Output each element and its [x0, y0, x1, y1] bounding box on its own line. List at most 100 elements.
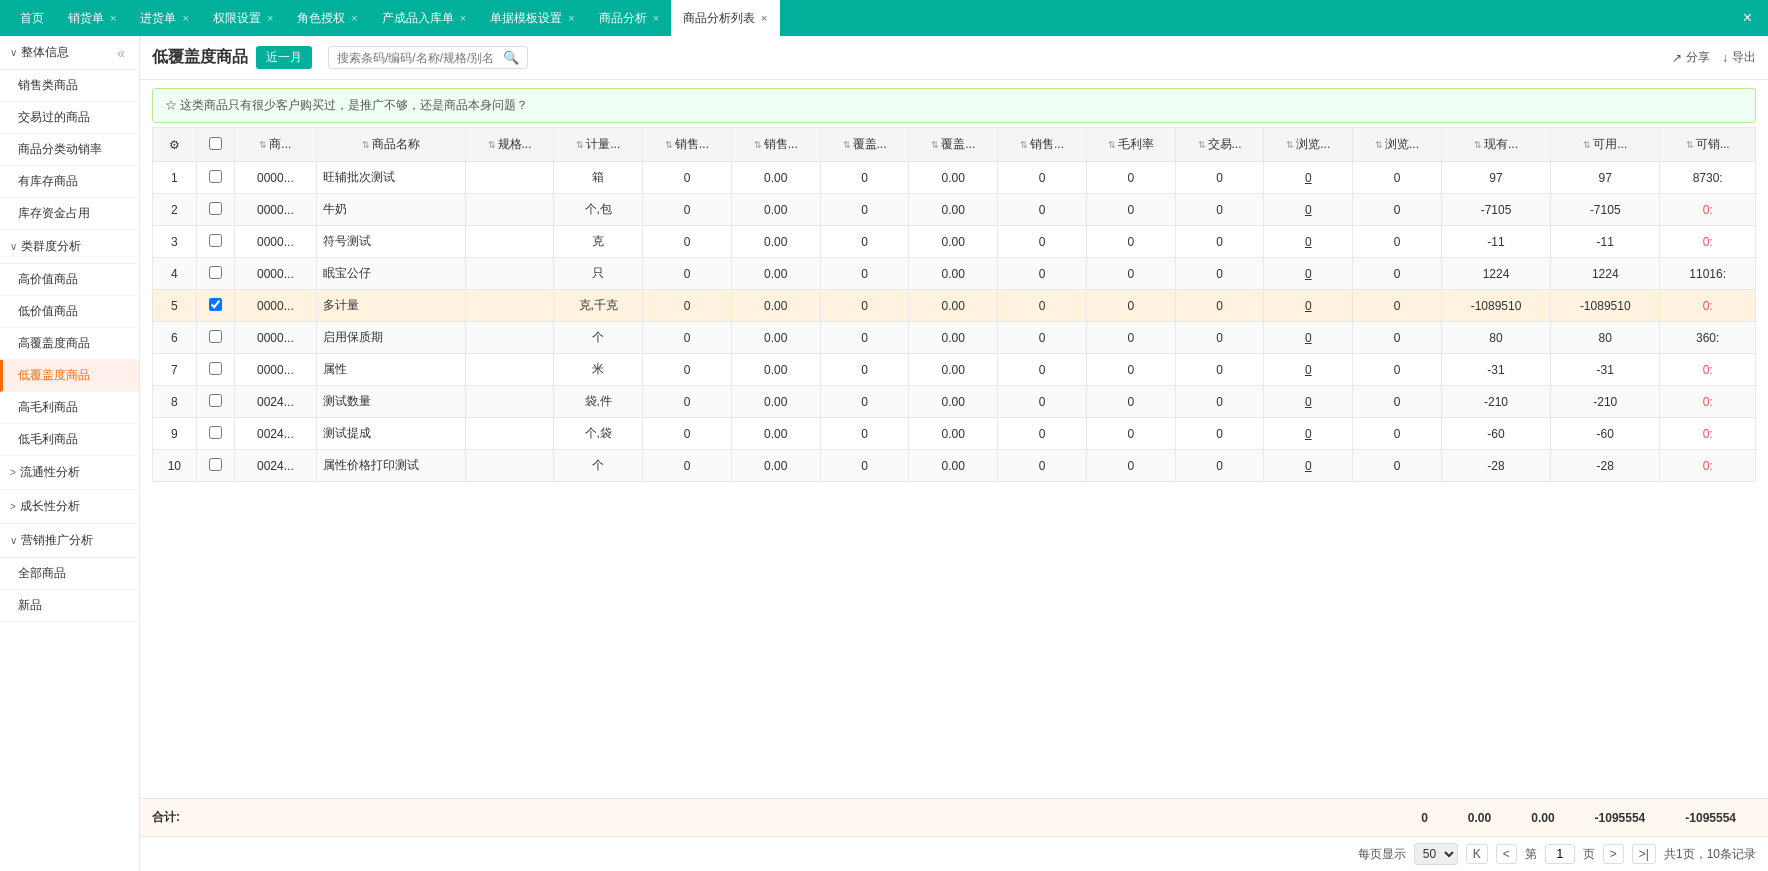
nav-template-settings[interactable]: 单据模板设置 × — [478, 0, 586, 36]
row-select-checkbox[interactable] — [209, 362, 222, 375]
row-select-checkbox[interactable] — [209, 426, 222, 439]
close-icon[interactable]: × — [182, 12, 188, 24]
close-icon[interactable]: × — [267, 12, 273, 24]
nav-product-analysis[interactable]: 商品分析 × — [587, 0, 671, 36]
sidebar-item-category-rate[interactable]: 商品分类动销率 — [0, 134, 139, 166]
row-browse1[interactable]: 0 — [1264, 418, 1353, 450]
first-page-button[interactable]: K — [1466, 844, 1488, 864]
nav-home[interactable]: 首页 — [8, 0, 56, 36]
nav-purchase-order[interactable]: 进货单 × — [128, 0, 200, 36]
nav-role-auth[interactable]: 角色授权 × — [285, 0, 369, 36]
col-sales1[interactable]: ⇅ 销售... — [643, 128, 732, 162]
row-browse1[interactable]: 0 — [1264, 162, 1353, 194]
sidebar-item-capital[interactable]: 库存资金占用 — [0, 198, 139, 230]
row-browse1[interactable]: 0 — [1264, 290, 1353, 322]
row-checkbox[interactable] — [196, 418, 234, 450]
browse1-link[interactable]: 0 — [1305, 395, 1312, 409]
select-all-checkbox[interactable] — [209, 137, 222, 150]
col-usable[interactable]: ⇅ 可用... — [1551, 128, 1660, 162]
col-sales2[interactable]: ⇅ 销售... — [731, 128, 820, 162]
row-checkbox[interactable] — [196, 226, 234, 258]
col-cover2[interactable]: ⇅ 覆盖... — [909, 128, 998, 162]
nav-sales-order[interactable]: 销货单 × — [56, 0, 128, 36]
col-code[interactable]: ⇅ 商... — [234, 128, 316, 162]
browse1-link[interactable]: 0 — [1305, 267, 1312, 281]
sidebar-item-new-products[interactable]: 新品 — [0, 590, 139, 622]
sidebar-item-high-value[interactable]: 高价值商品 — [0, 264, 139, 296]
time-filter-button[interactable]: 近一月 — [256, 46, 312, 69]
browse1-link[interactable]: 0 — [1305, 235, 1312, 249]
sidebar-group-circulation[interactable]: > 流通性分析 — [0, 456, 139, 490]
sidebar-item-traded-products[interactable]: 交易过的商品 — [0, 102, 139, 134]
nav-product-analysis-list[interactable]: 商品分析列表 × — [671, 0, 779, 36]
sidebar-item-high-coverage[interactable]: 高覆盖度商品 — [0, 328, 139, 360]
row-browse1[interactable]: 0 — [1264, 322, 1353, 354]
row-browse1[interactable]: 0 — [1264, 258, 1353, 290]
row-browse1[interactable]: 0 — [1264, 386, 1353, 418]
sidebar-group-overall[interactable]: ∨ 整体信息 « — [0, 36, 139, 70]
close-icon[interactable]: × — [351, 12, 357, 24]
row-checkbox[interactable] — [196, 386, 234, 418]
sidebar-group-cluster[interactable]: ∨ 类群度分析 — [0, 230, 139, 264]
last-page-button[interactable]: >| — [1632, 844, 1656, 864]
search-input[interactable] — [337, 51, 503, 65]
browse1-link[interactable]: 0 — [1305, 171, 1312, 185]
col-saleable[interactable]: ⇅ 可销... — [1660, 128, 1756, 162]
row-browse1[interactable]: 0 — [1264, 450, 1353, 482]
col-spec[interactable]: ⇅ 规格... — [465, 128, 554, 162]
sidebar-item-low-value[interactable]: 低价值商品 — [0, 296, 139, 328]
row-browse1[interactable]: 0 — [1264, 226, 1353, 258]
col-sales3[interactable]: ⇅ 销售... — [998, 128, 1087, 162]
browse1-link[interactable]: 0 — [1305, 331, 1312, 345]
close-icon[interactable]: × — [653, 12, 659, 24]
sidebar-item-low-margin[interactable]: 低毛利商品 — [0, 424, 139, 456]
share-button[interactable]: ↗ 分享 — [1672, 49, 1710, 66]
close-icon[interactable]: × — [110, 12, 116, 24]
browse1-link[interactable]: 0 — [1305, 363, 1312, 377]
row-checkbox[interactable] — [196, 354, 234, 386]
row-select-checkbox[interactable] — [209, 394, 222, 407]
row-select-checkbox[interactable] — [209, 234, 222, 247]
row-select-checkbox[interactable] — [209, 298, 222, 311]
row-select-checkbox[interactable] — [209, 202, 222, 215]
row-checkbox[interactable] — [196, 450, 234, 482]
export-button[interactable]: ↓ 导出 — [1722, 49, 1756, 66]
browse1-link[interactable]: 0 — [1305, 203, 1312, 217]
window-close-button[interactable]: × — [1735, 9, 1760, 27]
browse1-link[interactable]: 0 — [1305, 459, 1312, 473]
sidebar-group-growth[interactable]: > 成长性分析 — [0, 490, 139, 524]
sidebar-item-high-margin[interactable]: 高毛利商品 — [0, 392, 139, 424]
sidebar-item-low-coverage[interactable]: 低覆盖度商品 — [0, 360, 139, 392]
page-number-input[interactable] — [1545, 844, 1575, 864]
nav-product-inbound[interactable]: 产成品入库单 × — [370, 0, 478, 36]
col-current[interactable]: ⇅ 现有... — [1441, 128, 1550, 162]
row-select-checkbox[interactable] — [209, 458, 222, 471]
browse1-link[interactable]: 0 — [1305, 299, 1312, 313]
nav-permissions[interactable]: 权限设置 × — [201, 0, 285, 36]
sidebar-item-sales-products[interactable]: 销售类商品 — [0, 70, 139, 102]
row-checkbox[interactable] — [196, 322, 234, 354]
browse1-link[interactable]: 0 — [1305, 427, 1312, 441]
close-icon[interactable]: × — [761, 12, 767, 24]
row-select-checkbox[interactable] — [209, 266, 222, 279]
col-browse1[interactable]: ⇅ 浏览... — [1264, 128, 1353, 162]
sidebar-item-in-stock[interactable]: 有库存商品 — [0, 166, 139, 198]
col-browse2[interactable]: ⇅ 浏览... — [1353, 128, 1442, 162]
page-size-select[interactable]: 50 — [1414, 843, 1458, 865]
col-settings[interactable]: ⚙ — [153, 128, 197, 162]
row-checkbox[interactable] — [196, 290, 234, 322]
row-browse1[interactable]: 0 — [1264, 354, 1353, 386]
row-checkbox[interactable] — [196, 258, 234, 290]
close-icon[interactable]: × — [568, 12, 574, 24]
col-name[interactable]: ⇅ 商品名称 — [316, 128, 465, 162]
next-page-button[interactable]: > — [1603, 844, 1624, 864]
close-icon[interactable]: × — [460, 12, 466, 24]
row-checkbox[interactable] — [196, 194, 234, 226]
sidebar-group-marketing[interactable]: ∨ 营销推广分析 — [0, 524, 139, 558]
collapse-icon[interactable]: « — [113, 45, 129, 61]
col-gross-rate[interactable]: ⇅ 毛利率 — [1086, 128, 1175, 162]
col-unit[interactable]: ⇅ 计量... — [554, 128, 643, 162]
row-checkbox[interactable] — [196, 162, 234, 194]
row-select-checkbox[interactable] — [209, 330, 222, 343]
col-trade[interactable]: ⇅ 交易... — [1175, 128, 1264, 162]
